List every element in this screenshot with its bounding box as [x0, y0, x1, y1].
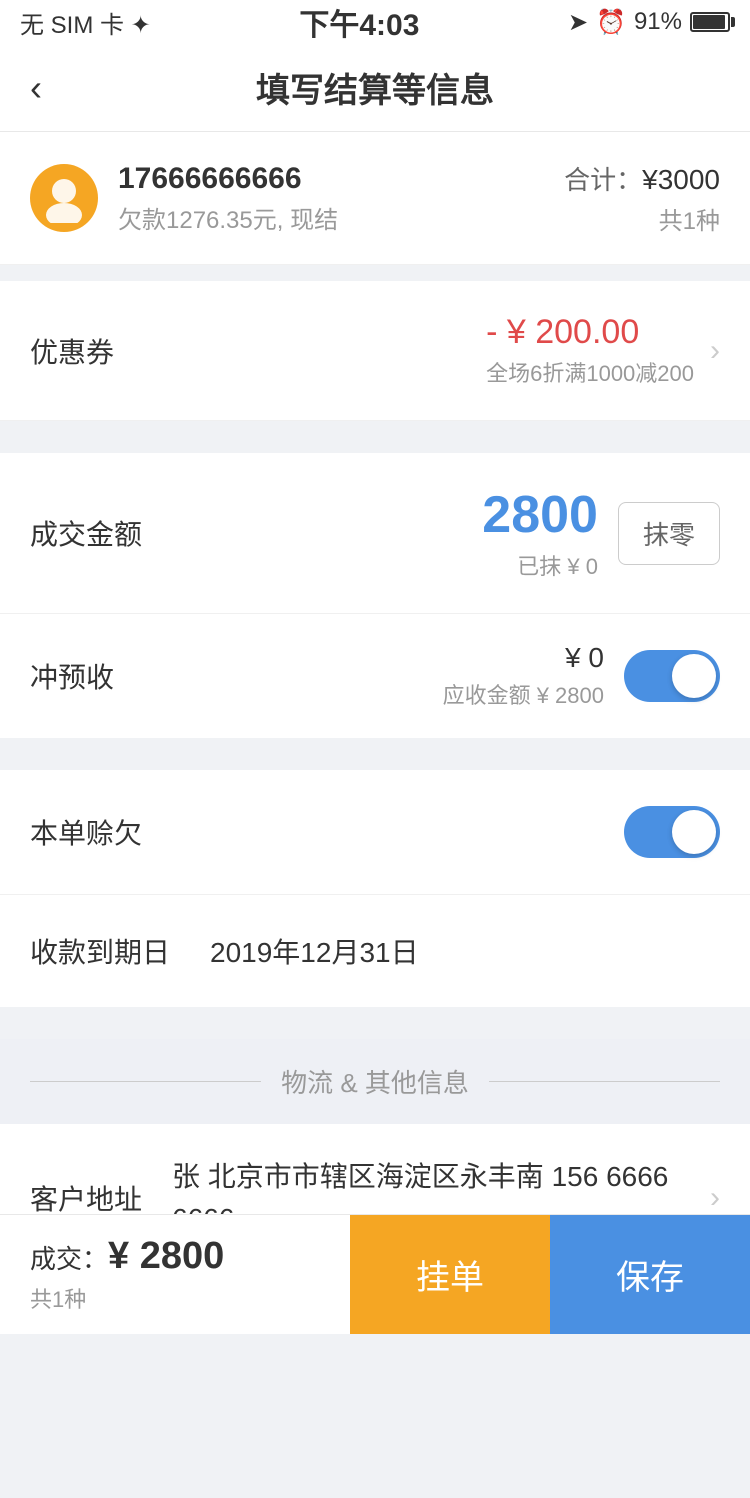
page-title: 填写结算等信息: [256, 63, 494, 112]
total-count: 共1种: [564, 201, 720, 236]
debt-section: 本单赊欠 收款到期日 2019年12月31日: [0, 770, 750, 1007]
logistics-divider: 物流 & 其他信息: [0, 1039, 750, 1124]
gray-separator-3: [0, 1023, 750, 1039]
avatar: [30, 164, 98, 232]
prepaid-label: 冲预收: [30, 656, 114, 696]
bottom-info: 成交：¥ 2800 共1种: [0, 1235, 350, 1314]
coupon-value-block: - ¥ 200.00 全场6折满1000减200: [486, 313, 694, 388]
status-bar-left: 无 SIM 卡 ✦: [20, 5, 151, 40]
prepaid-amount-block: ¥ 0 应收金额 ¥ 2800: [443, 642, 604, 710]
deal-right: 2800 已抹 ¥ 0 抹零: [482, 485, 720, 581]
debt-toggle[interactable]: [624, 806, 720, 858]
customer-right: 合计：¥3000 共1种: [564, 160, 720, 236]
gray-separator-1: [0, 437, 750, 453]
duedate-row: 收款到期日 2019年12月31日: [0, 894, 750, 1007]
coupon-right: - ¥ 200.00 全场6折满1000减200 ›: [486, 313, 720, 388]
coupon-desc: 全场6折满1000减200: [486, 356, 694, 388]
bottom-deal-amount: ¥ 2800: [108, 1235, 224, 1277]
back-button[interactable]: ‹: [30, 57, 52, 119]
battery-percent: 91%: [634, 8, 682, 36]
coupon-row[interactable]: 优惠券 - ¥ 200.00 全场6折满1000减200 ›: [0, 281, 750, 421]
customer-subtext: 欠款1276.35元, 现结: [118, 200, 338, 235]
deal-amount-block: 2800 已抹 ¥ 0: [482, 485, 598, 581]
duedate-value: 2019年12月31日: [210, 931, 419, 971]
status-bar-time: 下午4:03: [299, 0, 419, 44]
toggle-thumb: [672, 654, 716, 698]
nav-bar: ‹ 填写结算等信息: [0, 44, 750, 132]
logistics-label: 物流 & 其他信息: [281, 1063, 469, 1100]
deal-section: 成交金额 2800 已抹 ¥ 0 抹零 冲预收 ¥ 0 应收金额 ¥ 2800: [0, 453, 750, 738]
bottom-bar: 成交：¥ 2800 共1种 挂单 保存: [0, 1214, 750, 1334]
gray-separator-2: [0, 754, 750, 770]
location-icon: ➤: [568, 8, 588, 37]
customer-left: 17666666666 欠款1276.35元, 现结: [30, 162, 338, 235]
bottom-deal-row: 成交：¥ 2800: [30, 1235, 320, 1278]
save-button[interactable]: 保存: [550, 1215, 750, 1334]
total-amount: ¥3000: [642, 164, 720, 195]
prepaid-toggle[interactable]: [624, 650, 720, 702]
debt-row: 本单赊欠: [0, 770, 750, 894]
prepaid-row: 冲预收 ¥ 0 应收金额 ¥ 2800: [0, 613, 750, 738]
total-label: 合计：: [564, 165, 642, 195]
deal-amount-value: 2800: [482, 485, 598, 545]
sim-status: 无 SIM 卡 ✦: [20, 5, 151, 40]
debt-label: 本单赊欠: [30, 812, 142, 852]
prepaid-amount: ¥ 0: [443, 642, 604, 674]
customer-row: 17666666666 欠款1276.35元, 现结 合计：¥3000 共1种: [0, 132, 750, 265]
prepaid-right: ¥ 0 应收金额 ¥ 2800: [443, 642, 720, 710]
prepaid-subtext: 应收金额 ¥ 2800: [443, 678, 604, 710]
deal-label: 成交金额: [30, 513, 142, 553]
debt-toggle-thumb: [672, 810, 716, 854]
avatar-icon: [39, 173, 89, 223]
pending-button[interactable]: 挂单: [350, 1215, 550, 1334]
total-label-amount: 合计：¥3000: [564, 160, 720, 197]
address-label: 客户地址: [30, 1178, 142, 1218]
customer-phone: 17666666666: [118, 162, 338, 196]
battery-icon: [690, 12, 730, 32]
coupon-label: 优惠券: [30, 331, 114, 371]
bottom-count: 共1种: [30, 1282, 320, 1314]
divider-line-right: [489, 1081, 720, 1082]
round-button[interactable]: 抹零: [618, 502, 720, 565]
customer-info: 17666666666 欠款1276.35元, 现结: [118, 162, 338, 235]
deal-sub: 已抹 ¥ 0: [482, 549, 598, 581]
address-chevron-icon: ›: [710, 1181, 720, 1215]
coupon-amount: - ¥ 200.00: [486, 313, 694, 352]
status-bar-right: ➤ ⏰ 91%: [568, 8, 730, 37]
customer-section: 17666666666 欠款1276.35元, 现结 合计：¥3000 共1种: [0, 132, 750, 265]
divider-line-left: [30, 1081, 261, 1082]
deal-amount-row: 成交金额 2800 已抹 ¥ 0 抹零: [0, 453, 750, 613]
coupon-section: 优惠券 - ¥ 200.00 全场6折满1000减200 ›: [0, 281, 750, 421]
alarm-icon: ⏰: [596, 8, 626, 37]
status-bar: 无 SIM 卡 ✦ 下午4:03 ➤ ⏰ 91%: [0, 0, 750, 44]
bottom-deal-label: 成交：: [30, 1244, 108, 1274]
duedate-label: 收款到期日: [30, 931, 170, 971]
chevron-right-icon: ›: [710, 334, 720, 368]
